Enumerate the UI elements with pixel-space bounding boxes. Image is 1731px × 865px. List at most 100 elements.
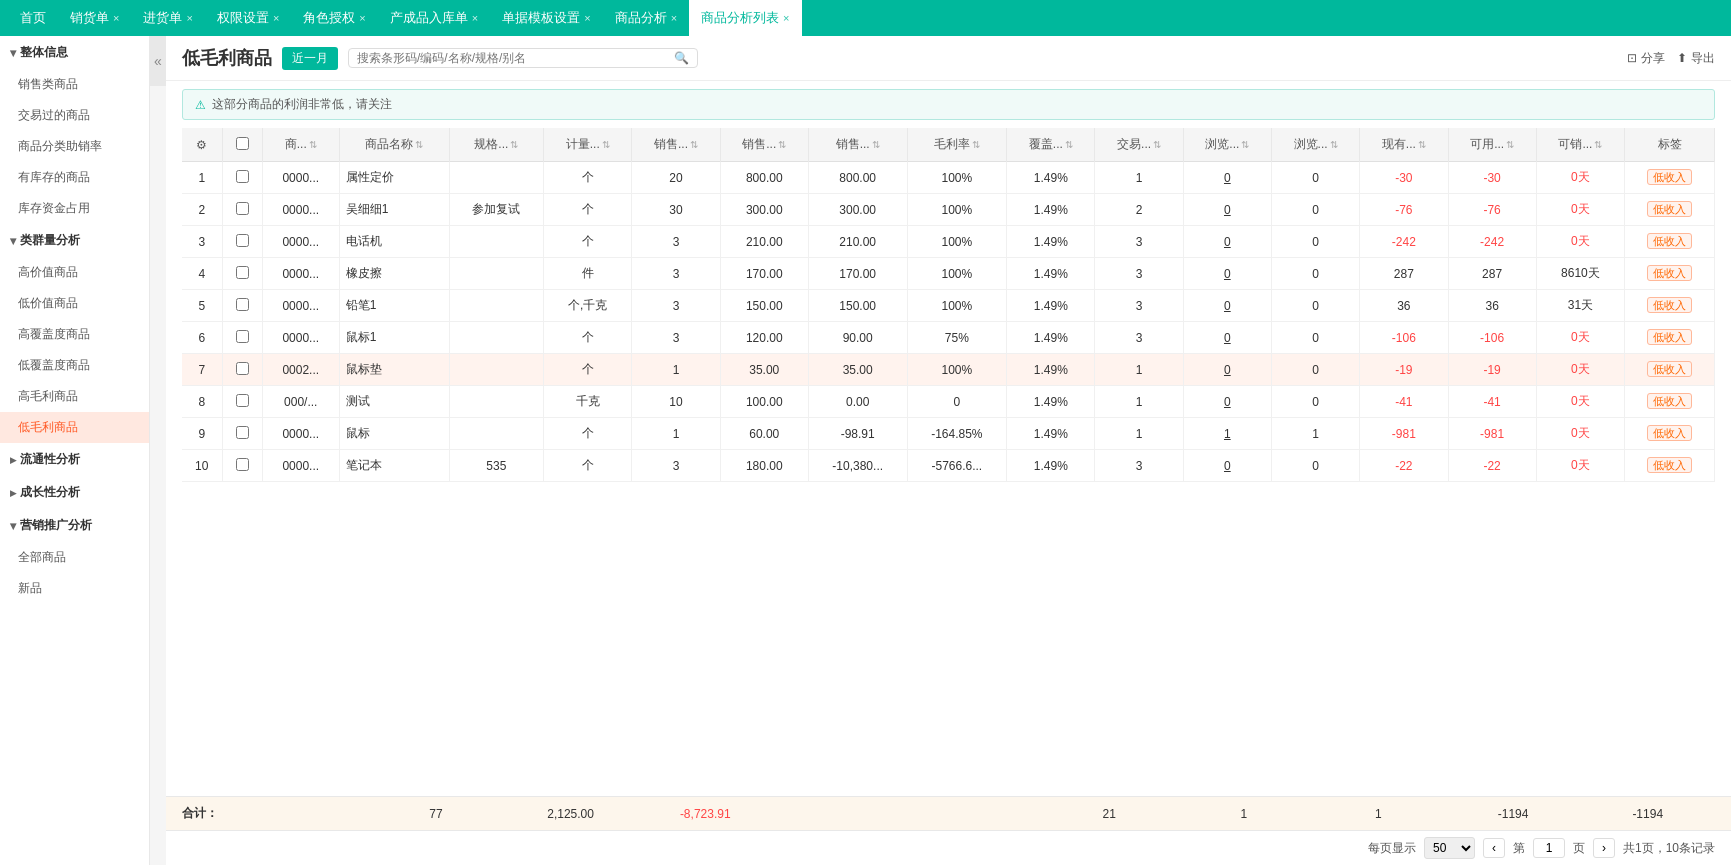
row-name[interactable]: 鼠标垫 [339, 354, 449, 386]
row-name[interactable]: 笔记本 [339, 450, 449, 482]
row-browse1[interactable]: 0 [1183, 354, 1271, 386]
sidebar-item-category-assist-rate[interactable]: 商品分类助销率 [0, 131, 149, 162]
sidebar-item-high-value[interactable]: 高价值商品 [0, 257, 149, 288]
sort-unit-icon[interactable]: ⇅ [602, 139, 610, 150]
sort-browse2-icon[interactable]: ⇅ [1330, 139, 1338, 150]
sidebar-section-circulation[interactable]: ▸ 流通性分析 [0, 443, 149, 476]
share-button[interactable]: ⊡ 分享 [1627, 50, 1665, 67]
top-navigation: 首页 销货单 × 进货单 × 权限设置 × 角色授权 × 产成品入库单 × 单据… [0, 0, 1731, 36]
sidebar-section-marketing[interactable]: ▾ 营销推广分析 [0, 509, 149, 542]
row-no: 7 [182, 354, 222, 386]
close-sales-order-icon[interactable]: × [113, 12, 119, 24]
sidebar-section-overview[interactable]: ▾ 整体信息 [0, 36, 149, 69]
sidebar-item-inventory-capital[interactable]: 库存资金占用 [0, 193, 149, 224]
next-page-button[interactable]: › [1593, 838, 1615, 858]
close-product-analysis-icon[interactable]: × [671, 12, 677, 24]
row-unit: 件 [544, 258, 632, 290]
row-name[interactable]: 测试 [339, 386, 449, 418]
sidebar-item-low-value[interactable]: 低价值商品 [0, 288, 149, 319]
row-browse1[interactable]: 0 [1183, 194, 1271, 226]
sort-name-icon[interactable]: ⇅ [415, 139, 423, 150]
close-purchase-order-icon[interactable]: × [186, 12, 192, 24]
export-button[interactable]: ⬆ 导出 [1677, 50, 1715, 67]
sort-sale-amount-icon[interactable]: ⇅ [778, 139, 786, 150]
search-input[interactable] [357, 51, 674, 65]
sidebar-section-growth[interactable]: ▸ 成长性分析 [0, 476, 149, 509]
sort-code-icon[interactable]: ⇅ [309, 139, 317, 150]
sidebar-item-in-stock-products[interactable]: 有库存的商品 [0, 162, 149, 193]
sidebar-collapse-button[interactable]: « [150, 36, 166, 86]
filter-recent-month-button[interactable]: 近一月 [282, 47, 338, 70]
row-browse1[interactable]: 0 [1183, 450, 1271, 482]
sidebar-item-high-profit[interactable]: 高毛利商品 [0, 381, 149, 412]
row-browse1[interactable]: 0 [1183, 386, 1271, 418]
sidebar-item-low-profit[interactable]: 低毛利商品 [0, 412, 149, 443]
sort-browse1-icon[interactable]: ⇅ [1241, 139, 1249, 150]
row-select-checkbox[interactable] [236, 394, 249, 407]
row-browse1[interactable]: 0 [1183, 226, 1271, 258]
sidebar-item-traded-products[interactable]: 交易过的商品 [0, 100, 149, 131]
col-settings[interactable]: ⚙ [182, 128, 222, 162]
sidebar-item-low-coverage[interactable]: 低覆盖度商品 [0, 350, 149, 381]
row-select-checkbox[interactable] [236, 202, 249, 215]
prev-page-button[interactable]: ‹ [1483, 838, 1505, 858]
row-browse1[interactable]: 0 [1183, 258, 1271, 290]
row-unit: 个 [544, 418, 632, 450]
sort-available-icon[interactable]: ⇅ [1506, 139, 1514, 150]
close-product-analysis-list-icon[interactable]: × [783, 12, 789, 24]
row-select-checkbox[interactable] [236, 458, 249, 471]
nav-product-analysis[interactable]: 商品分析 × [603, 0, 689, 36]
search-icon[interactable]: 🔍 [674, 51, 689, 65]
sidebar-item-new-products[interactable]: 新品 [0, 573, 149, 604]
sort-spec-icon[interactable]: ⇅ [510, 139, 518, 150]
nav-sales-order[interactable]: 销货单 × [58, 0, 131, 36]
row-no: 1 [182, 162, 222, 194]
sort-gross-margin-icon[interactable]: ⇅ [972, 139, 980, 150]
row-name[interactable]: 吴细细1 [339, 194, 449, 226]
row-browse1[interactable]: 1 [1183, 418, 1271, 450]
sidebar-item-sales-products[interactable]: 销售类商品 [0, 69, 149, 100]
row-unit: 千克 [544, 386, 632, 418]
row-select-checkbox[interactable] [236, 170, 249, 183]
row-name[interactable]: 电话机 [339, 226, 449, 258]
nav-home[interactable]: 首页 [8, 0, 58, 36]
row-name[interactable]: 铅笔1 [339, 290, 449, 322]
close-permission-icon[interactable]: × [273, 12, 279, 24]
close-role-auth-icon[interactable]: × [359, 12, 365, 24]
sort-sale-qty-icon[interactable]: ⇅ [690, 139, 698, 150]
sidebar-item-high-coverage[interactable]: 高覆盖度商品 [0, 319, 149, 350]
sidebar-section-cluster-analysis[interactable]: ▾ 类群量分析 [0, 224, 149, 257]
sort-current-stock-icon[interactable]: ⇅ [1418, 139, 1426, 150]
page-number-input[interactable] [1533, 838, 1565, 858]
table-header-row: ⚙ 商...⇅ 商品名称⇅ 规格...⇅ 计量...⇅ 销售...⇅ 销售...… [182, 128, 1715, 162]
row-select-checkbox[interactable] [236, 234, 249, 247]
row-name[interactable]: 橡皮擦 [339, 258, 449, 290]
row-browse1[interactable]: 0 [1183, 162, 1271, 194]
sidebar-item-all-products[interactable]: 全部商品 [0, 542, 149, 573]
nav-permission-settings[interactable]: 权限设置 × [205, 0, 291, 36]
sort-coverage-icon[interactable]: ⇅ [1065, 139, 1073, 150]
sort-saleable-icon[interactable]: ⇅ [1594, 139, 1602, 150]
select-all-checkbox[interactable] [236, 137, 249, 150]
nav-doc-template[interactable]: 单据模板设置 × [490, 0, 602, 36]
row-browse1[interactable]: 0 [1183, 290, 1271, 322]
row-name[interactable]: 鼠标 [339, 418, 449, 450]
close-doc-template-icon[interactable]: × [584, 12, 590, 24]
sort-trade-count-icon[interactable]: ⇅ [1153, 139, 1161, 150]
row-select-checkbox[interactable] [236, 330, 249, 343]
row-select-checkbox[interactable] [236, 298, 249, 311]
sort-sale-profit-icon[interactable]: ⇅ [872, 139, 880, 150]
nav-role-auth[interactable]: 角色授权 × [291, 0, 377, 36]
row-name[interactable]: 鼠标1 [339, 322, 449, 354]
per-page-select[interactable]: 50 20 100 [1424, 837, 1475, 859]
nav-product-analysis-list[interactable]: 商品分析列表 × [689, 0, 801, 36]
row-select-checkbox[interactable] [236, 426, 249, 439]
row-name[interactable]: 属性定价 [339, 162, 449, 194]
nav-purchase-order[interactable]: 进货单 × [131, 0, 204, 36]
nav-product-inbound[interactable]: 产成品入库单 × [378, 0, 490, 36]
row-browse1[interactable]: 0 [1183, 322, 1271, 354]
row-select-checkbox[interactable] [236, 362, 249, 375]
close-product-inbound-icon[interactable]: × [472, 12, 478, 24]
row-select-checkbox[interactable] [236, 266, 249, 279]
row-unit: 个 [544, 226, 632, 258]
